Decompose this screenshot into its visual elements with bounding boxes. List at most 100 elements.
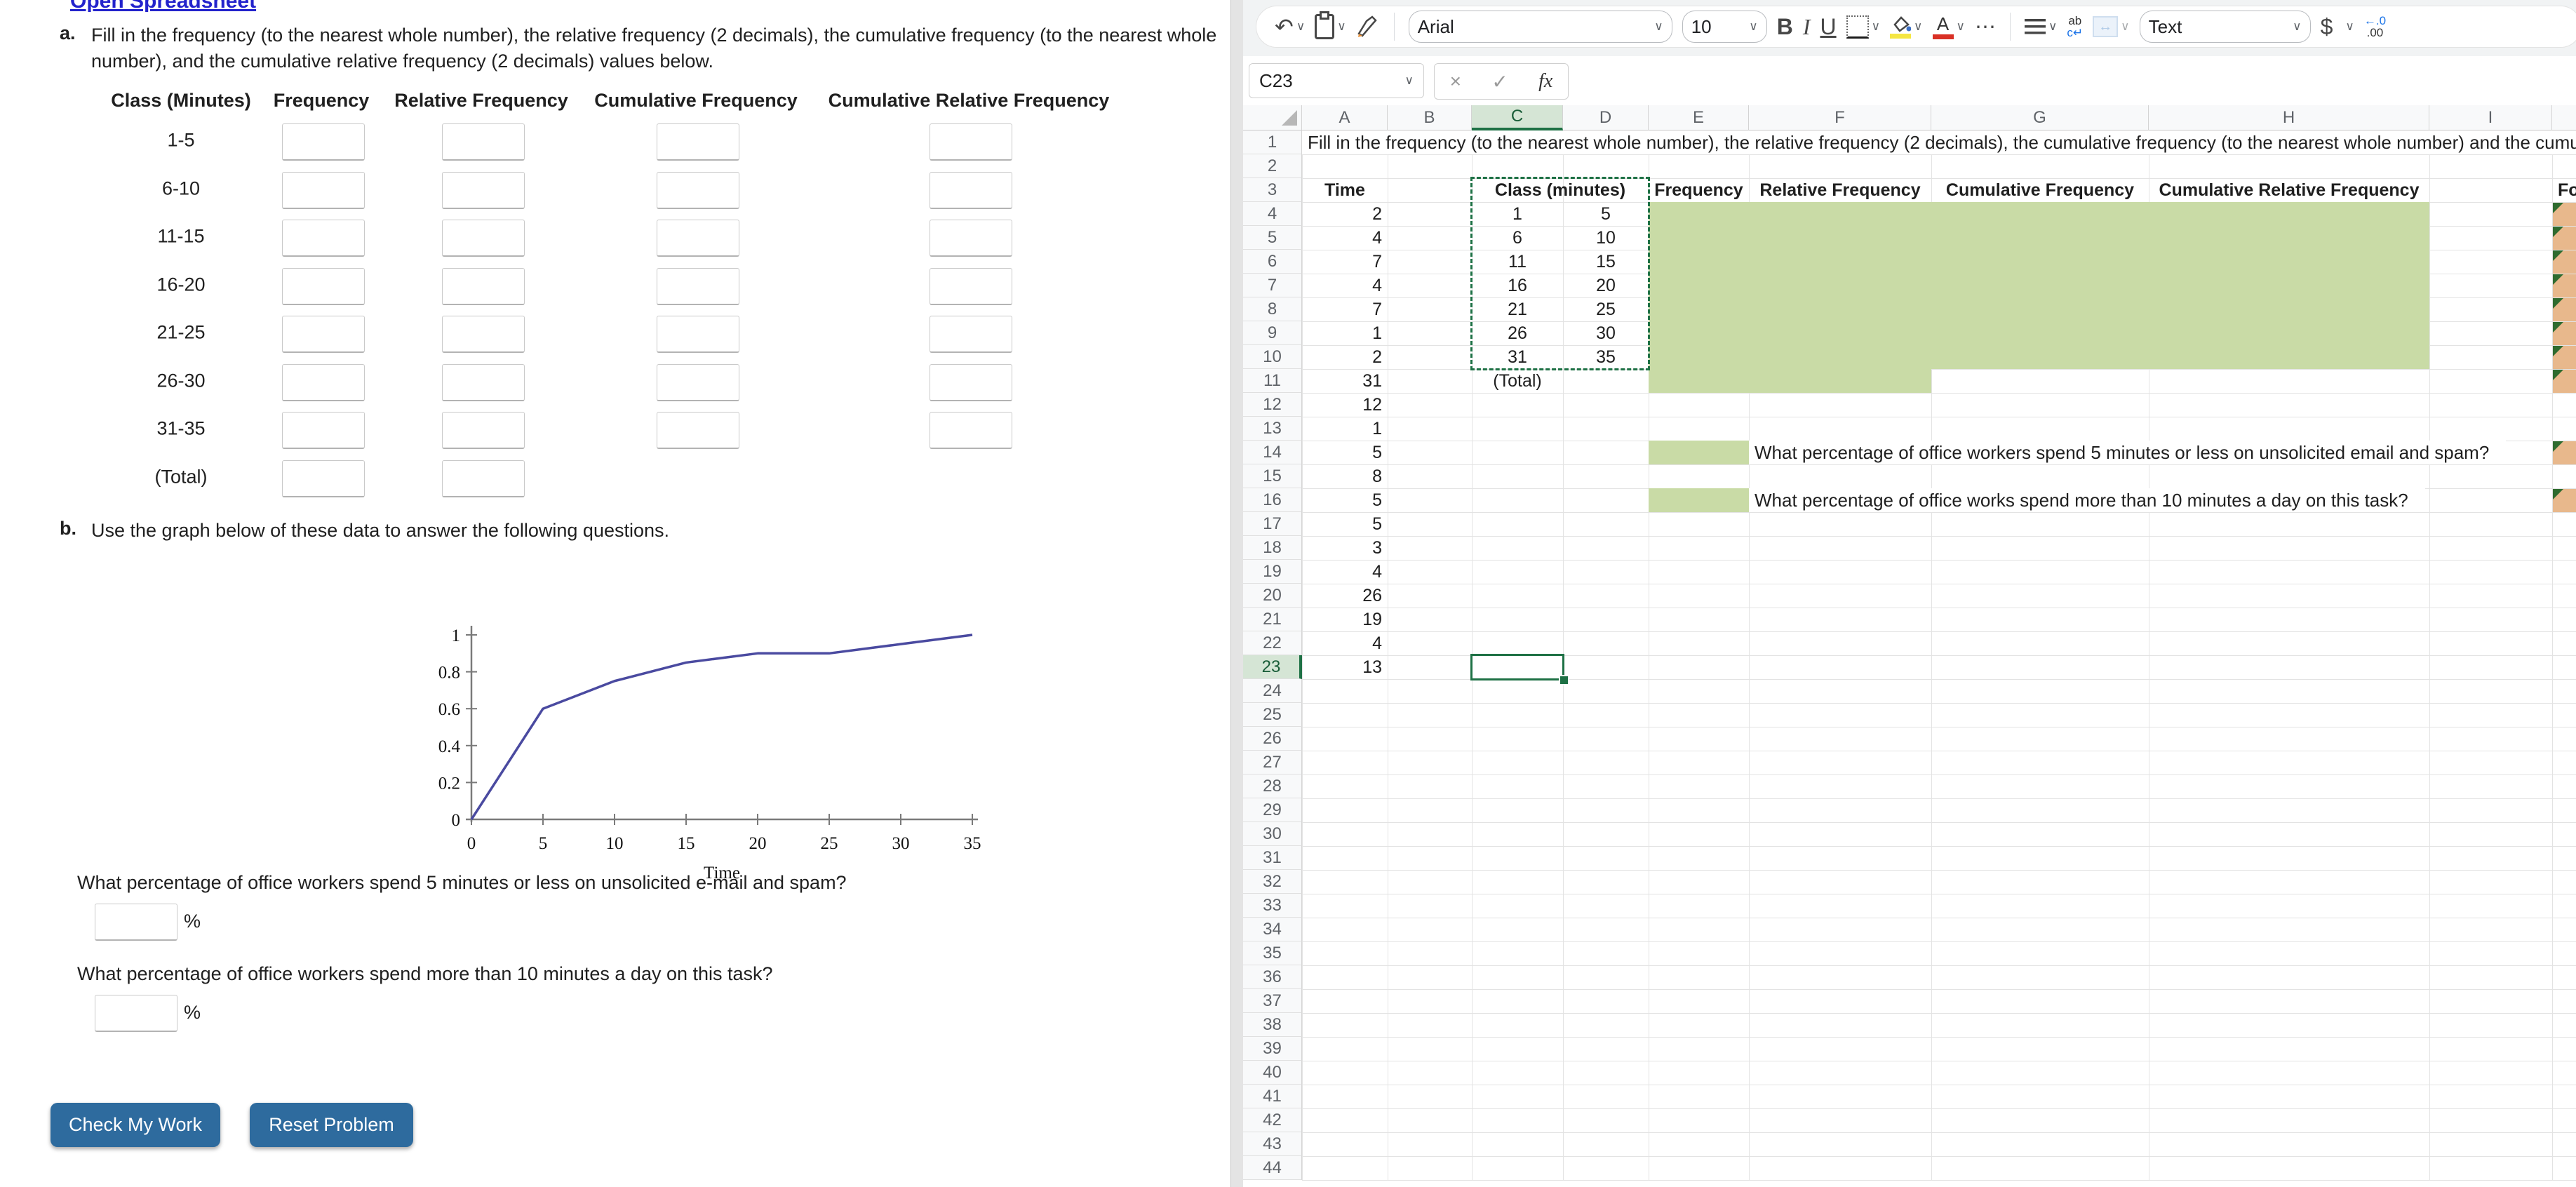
cell-A14[interactable]: 5: [1302, 441, 1388, 464]
formula-input[interactable]: [1578, 65, 2570, 98]
borders-button[interactable]: ∨: [1846, 15, 1880, 39]
table-input-6-10-col1[interactable]: [282, 171, 365, 209]
chevron-down-icon[interactable]: ∨: [1872, 20, 1880, 34]
cell-A10[interactable]: 2: [1302, 345, 1388, 369]
table-input-16-20-col4[interactable]: [930, 267, 1012, 305]
function-icon[interactable]: fx: [1538, 70, 1552, 93]
col-header-A[interactable]: A: [1302, 105, 1388, 130]
table-input-26-30-col3[interactable]: [657, 363, 739, 401]
table-input-11-15-col2[interactable]: [442, 220, 525, 257]
cell-F16[interactable]: What percentage of office works spend mo…: [1749, 488, 2425, 512]
col-header-I[interactable]: I: [2429, 105, 2552, 130]
row-header-38[interactable]: 38: [1243, 1013, 1302, 1037]
row-header-19[interactable]: 19: [1243, 560, 1302, 584]
cell-A6[interactable]: 7: [1302, 250, 1388, 274]
row-header-39[interactable]: 39: [1243, 1037, 1302, 1061]
row-header-16[interactable]: 16: [1243, 488, 1302, 512]
chevron-down-icon[interactable]: ∨: [1296, 20, 1305, 34]
row-header-30[interactable]: 30: [1243, 822, 1302, 846]
cell-C11[interactable]: (Total): [1472, 369, 1563, 393]
cell-J3[interactable]: Formulas: [2552, 178, 2576, 202]
cell-A7[interactable]: 4: [1302, 274, 1388, 297]
row-header-15[interactable]: 15: [1243, 464, 1302, 488]
row-header-24[interactable]: 24: [1243, 679, 1302, 703]
row-header-36[interactable]: 36: [1243, 965, 1302, 989]
table-input-26-30-col4[interactable]: [930, 363, 1012, 401]
format-painter-button[interactable]: [1356, 15, 1380, 39]
fill-handle[interactable]: [1559, 675, 1569, 685]
table-input-(Total)-col1[interactable]: [282, 460, 365, 497]
col-header-H[interactable]: H: [2149, 105, 2429, 130]
cell-A5[interactable]: 4: [1302, 226, 1388, 250]
green-cell[interactable]: [1649, 441, 1749, 464]
row-header-42[interactable]: 42: [1243, 1108, 1302, 1132]
row-header-10[interactable]: 10: [1243, 345, 1302, 369]
table-input-21-25-col2[interactable]: [442, 316, 525, 353]
chevron-down-icon[interactable]: ∨: [1337, 20, 1346, 34]
row-header-29[interactable]: 29: [1243, 798, 1302, 822]
align-button[interactable]: ∨: [2024, 18, 2057, 36]
row-header-33[interactable]: 33: [1243, 894, 1302, 918]
pane-divider[interactable]: [1230, 0, 1245, 1187]
table-input-6-10-col4[interactable]: [930, 171, 1012, 209]
row-header-22[interactable]: 22: [1243, 631, 1302, 655]
cell-A20[interactable]: 26: [1302, 584, 1388, 608]
chevron-down-icon[interactable]: ∨: [1957, 20, 1965, 34]
cell-A18[interactable]: 3: [1302, 536, 1388, 560]
row-header-37[interactable]: 37: [1243, 989, 1302, 1013]
row-header-7[interactable]: 7: [1243, 274, 1302, 297]
table-input-1-5-col3[interactable]: [657, 123, 739, 161]
select-all-corner[interactable]: [1243, 105, 1302, 130]
cell-A23[interactable]: 13: [1302, 655, 1388, 679]
cell-F3[interactable]: Relative Frequency: [1749, 178, 1931, 202]
col-header-G[interactable]: G: [1931, 105, 2149, 130]
cell-A17[interactable]: 5: [1302, 512, 1388, 536]
merge-cells-button[interactable]: ↔ ∨: [2093, 16, 2130, 37]
cell-G3[interactable]: Cumulative Frequency: [1931, 178, 2149, 202]
row-header-14[interactable]: 14: [1243, 441, 1302, 464]
cell-A12[interactable]: 12: [1302, 393, 1388, 417]
row-header-4[interactable]: 4: [1243, 202, 1302, 226]
row-header-6[interactable]: 6: [1243, 250, 1302, 274]
cell-A4[interactable]: 2: [1302, 202, 1388, 226]
table-input-1-5-col2[interactable]: [442, 123, 525, 161]
table-input-16-20-col1[interactable]: [282, 267, 365, 305]
text-wrap-button[interactable]: ab c↵: [2067, 15, 2083, 39]
open-spreadsheet-link[interactable]: Open Spreadsheet: [70, 0, 256, 13]
chevron-down-icon[interactable]: ∨: [2121, 20, 2129, 34]
table-input-26-30-col2[interactable]: [442, 363, 525, 401]
text-color-button[interactable]: A ∨: [1932, 15, 1965, 39]
cell-A16[interactable]: 5: [1302, 488, 1388, 512]
green-cell[interactable]: [1649, 488, 1749, 512]
table-input-31-35-col4[interactable]: [930, 412, 1012, 449]
col-header-E[interactable]: E: [1649, 105, 1749, 130]
col-header-B[interactable]: B: [1388, 105, 1472, 130]
green-cell[interactable]: [1649, 202, 2429, 369]
row-header-43[interactable]: 43: [1243, 1132, 1302, 1156]
table-input-6-10-col2[interactable]: [442, 171, 525, 209]
decrease-decimal-button[interactable]: ←.0 .00: [2364, 15, 2386, 39]
cell-A3[interactable]: Time: [1302, 178, 1388, 202]
row-header-34[interactable]: 34: [1243, 918, 1302, 941]
col-header-C[interactable]: C: [1472, 105, 1563, 130]
undo-button[interactable]: ↶ ∨: [1275, 13, 1305, 40]
row-header-18[interactable]: 18: [1243, 536, 1302, 560]
cell-A8[interactable]: 7: [1302, 297, 1388, 321]
reset-problem-button[interactable]: Reset Problem: [250, 1103, 413, 1147]
green-cell[interactable]: [1649, 369, 1931, 393]
col-header-D[interactable]: D: [1563, 105, 1649, 130]
enter-icon[interactable]: ✓: [1491, 70, 1508, 93]
currency-format-button[interactable]: $: [2321, 14, 2333, 40]
table-input-31-35-col1[interactable]: [282, 412, 365, 449]
name-box[interactable]: C23 ∨: [1249, 63, 1424, 98]
font-family-select[interactable]: Arial ∨: [1408, 11, 1672, 43]
table-input-6-10-col3[interactable]: [657, 171, 739, 209]
row-header-5[interactable]: 5: [1243, 226, 1302, 250]
row-header-2[interactable]: 2: [1243, 154, 1302, 178]
table-input-11-15-col3[interactable]: [657, 220, 739, 257]
row-header-40[interactable]: 40: [1243, 1061, 1302, 1085]
row-header-1[interactable]: 1: [1243, 130, 1302, 154]
table-input-(Total)-col2[interactable]: [442, 460, 525, 497]
row-header-35[interactable]: 35: [1243, 941, 1302, 965]
row-header-20[interactable]: 20: [1243, 584, 1302, 608]
